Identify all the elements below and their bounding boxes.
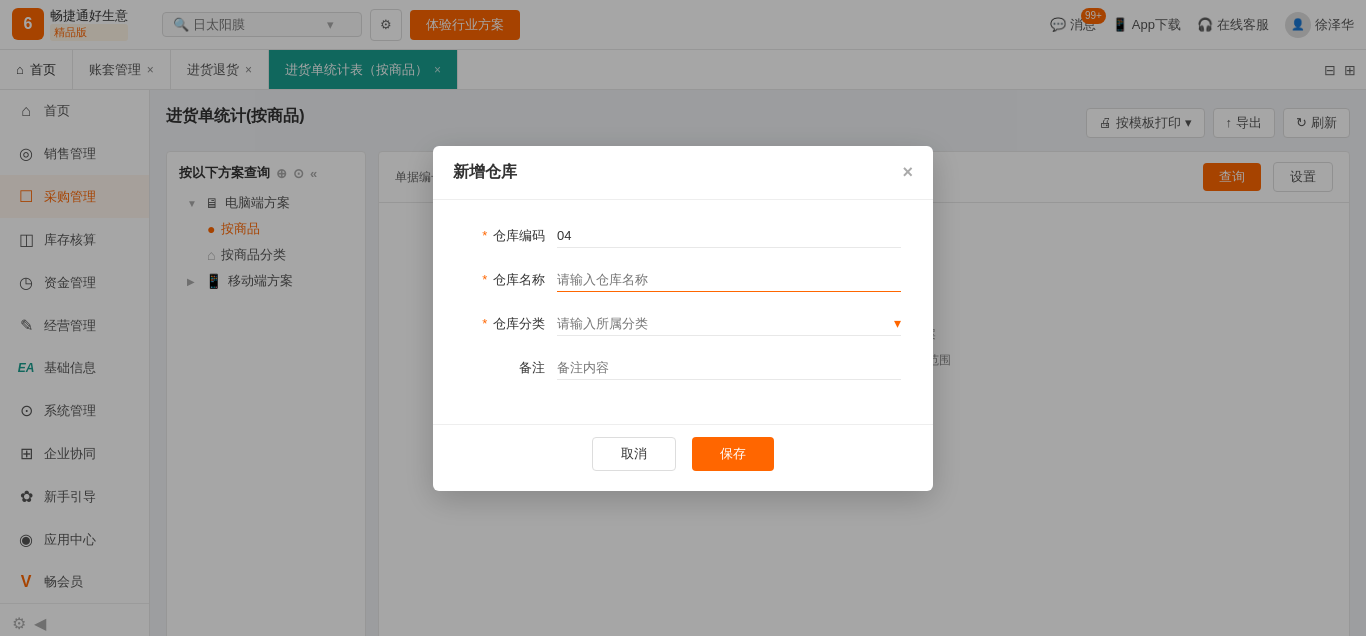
category-input[interactable] (557, 312, 894, 335)
note-label: 备注 (465, 359, 545, 377)
form-row-code: * 仓库编码 (465, 224, 901, 248)
code-label: * 仓库编码 (465, 227, 545, 245)
note-input[interactable] (557, 356, 901, 380)
save-button[interactable]: 保存 (692, 437, 774, 471)
dialog-title: 新增仓库 (453, 162, 517, 183)
dialog-body: * 仓库编码 * 仓库名称 * 仓库分类 (433, 200, 933, 424)
name-input[interactable] (557, 268, 901, 292)
category-label: * 仓库分类 (465, 315, 545, 333)
modal-overlay: 新增仓库 × * 仓库编码 * 仓库名称 (0, 0, 1366, 636)
form-row-name: * 仓库名称 (465, 268, 901, 292)
new-warehouse-dialog: 新增仓库 × * 仓库编码 * 仓库名称 (433, 146, 933, 491)
form-row-note: 备注 (465, 356, 901, 380)
form-row-category: * 仓库分类 ▾ (465, 312, 901, 336)
category-dropdown-icon[interactable]: ▾ (894, 315, 901, 331)
dialog-close-icon[interactable]: × (902, 162, 913, 183)
code-input[interactable] (557, 224, 901, 248)
category-select-wrap: ▾ (557, 312, 901, 336)
dialog-footer: 取消 保存 (433, 424, 933, 491)
cancel-button[interactable]: 取消 (592, 437, 676, 471)
dialog-header: 新增仓库 × (433, 146, 933, 200)
name-label: * 仓库名称 (465, 271, 545, 289)
